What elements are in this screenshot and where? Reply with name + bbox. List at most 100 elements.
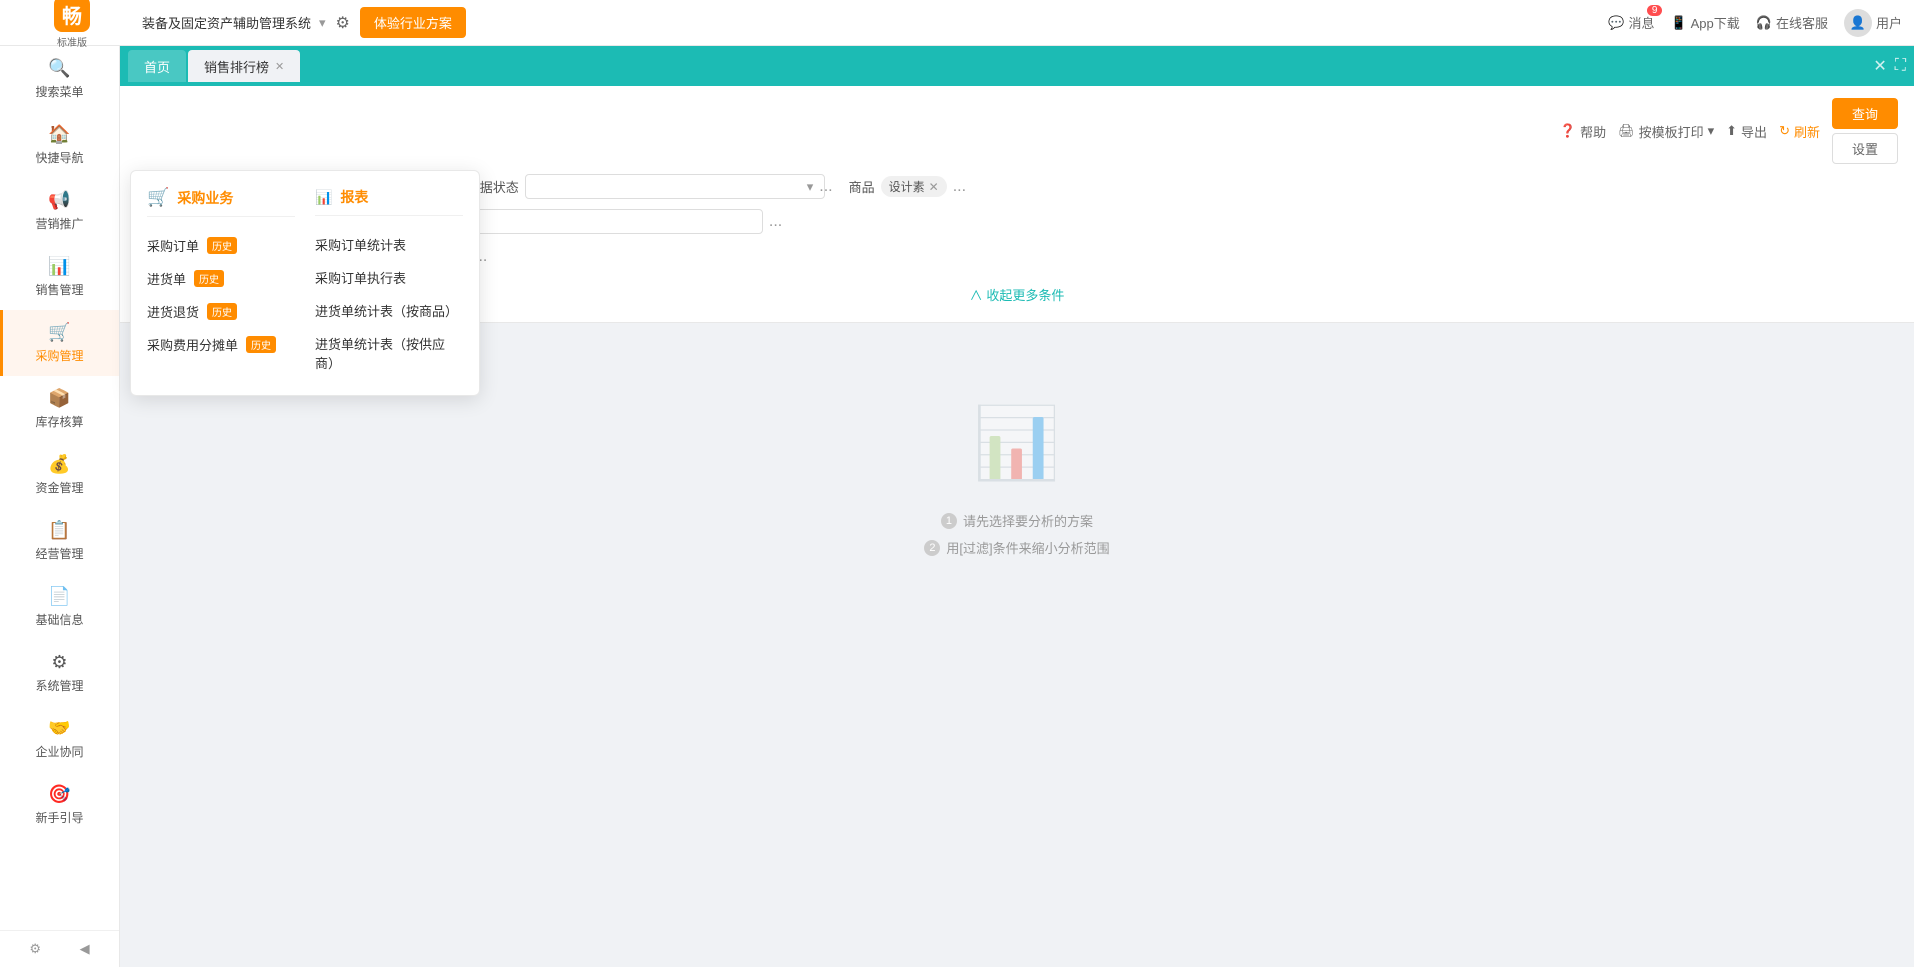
salesperson-more[interactable]: ... <box>769 213 782 231</box>
sidebar-collapse-icon[interactable]: ◀ <box>80 941 90 957</box>
tab-bar-right: ✕ ⛶ <box>1873 56 1906 76</box>
tab-close-all[interactable]: ✕ <box>1873 56 1886 76</box>
menu-item-purchase-order[interactable]: 采购订单 历史 <box>147 229 295 262</box>
menu-item-goods-return[interactable]: 进货退货 历史 <box>147 295 295 328</box>
sidebar-label-finance: 资金管理 <box>35 479 83 496</box>
industry-btn[interactable]: 体验行业方案 <box>360 7 466 38</box>
goods-label: 商品 <box>849 177 875 196</box>
sidebar-item-enterprise[interactable]: 🤝 企业协同 <box>0 706 119 772</box>
menu-item-report-order-exec[interactable]: 采购订单执行表 <box>315 261 463 294</box>
basic-icon: 📄 <box>48 586 70 607</box>
menu-item-report-goods-by-supplier[interactable]: 进货单统计表（按供应商） <box>315 327 463 379</box>
top-header: 畅 标准版 装备及固定资产辅助管理系统 ▾ ⚙ 体验行业方案 💬 消息 9 📱 … <box>0 0 1914 46</box>
sidebar-item-operations[interactable]: 📋 经营管理 <box>0 508 119 574</box>
operations-icon: 📋 <box>48 520 70 541</box>
enterprise-icon: 🤝 <box>48 718 70 739</box>
purchase-menu-right: 📊 报表 采购订单统计表 采购订单执行表 进货单统计表（按商品） 进货单统计表（… <box>315 187 463 379</box>
purchase-menu-left: 🛒 采购业务 采购订单 历史 进货单 历史 进货退货 历史 采购费用分摊单 历史 <box>147 187 295 379</box>
sidebar-label-quick-nav: 快捷导航 <box>35 149 83 166</box>
hist-badge-2: 历史 <box>207 303 237 320</box>
system-title-area: 装备及固定资产辅助管理系统 ▾ ⚙ 体验行业方案 <box>132 7 1608 38</box>
print-btn[interactable]: 🖨 按模板打印 ▾ <box>1618 122 1714 141</box>
salesperson-input[interactable] <box>463 209 763 234</box>
sidebar-label-search: 搜索菜单 <box>35 83 83 100</box>
goods-tag: 设计素 ✕ <box>881 176 947 197</box>
menu-item-report-goods-by-product[interactable]: 进货单统计表（按商品） <box>315 294 463 327</box>
sidebar-label-purchase: 采购管理 <box>35 347 83 364</box>
sidebar-item-finance[interactable]: 💰 资金管理 <box>0 442 119 508</box>
empty-hint-1: 1 请先选择要分析的方案 <box>941 511 1093 530</box>
sidebar-label-enterprise: 企业协同 <box>35 743 83 760</box>
tab-home[interactable]: 首页 <box>128 50 186 82</box>
sidebar-label-guide: 新手引导 <box>35 809 83 826</box>
sidebar-label-inventory: 库存核算 <box>35 413 83 430</box>
refresh-icon: ↻ <box>1779 123 1790 139</box>
search-icon: 🔍 <box>48 58 70 79</box>
sidebar-item-basic[interactable]: 📄 基础信息 <box>0 574 119 640</box>
tab-sales-rank[interactable]: 销售排行榜 ✕ <box>188 50 300 82</box>
sidebar-item-marketing[interactable]: 📢 营销推广 <box>0 178 119 244</box>
hist-badge-3: 历史 <box>246 336 276 353</box>
refresh-btn[interactable]: ↻ 刷新 <box>1779 122 1820 141</box>
help-btn[interactable]: ❓ 帮助 <box>1560 122 1606 141</box>
guide-icon: 🎯 <box>48 784 70 805</box>
hint-num-2: 2 <box>924 540 940 556</box>
header-right: 💬 消息 9 📱 App下载 🎧 在线客服 👤 用户 <box>1608 9 1902 37</box>
sidebar-item-inventory[interactable]: 📦 库存核算 <box>0 376 119 442</box>
system-title-dropdown[interactable]: ▾ <box>319 15 326 31</box>
menu-item-report-order-stat[interactable]: 采购订单统计表 <box>315 228 463 261</box>
sidebar-item-quick-nav[interactable]: 🏠 快捷导航 <box>0 112 119 178</box>
settings-btn[interactable]: 设置 <box>1832 133 1898 164</box>
status-more[interactable]: ... <box>819 178 832 196</box>
tab-expand[interactable]: ⛶ <box>1895 57 1906 75</box>
status-input[interactable] <box>525 174 825 199</box>
sidebar-item-purchase[interactable]: 🛒 采购管理 <box>0 310 119 376</box>
purchase-menu-left-title: 🛒 采购业务 <box>147 187 295 217</box>
filter-toolbar: ❓ 帮助 🖨 按模板打印 ▾ ⬆ 导出 ↻ 刷新 <box>136 98 1898 164</box>
sidebar-bottom: ⚙ ◀ <box>0 930 119 967</box>
message-btn[interactable]: 💬 消息 9 <box>1608 13 1654 32</box>
status-dropdown[interactable]: ▾ <box>807 179 814 195</box>
sidebar-item-sales[interactable]: 📊 销售管理 <box>0 244 119 310</box>
export-icon: ⬆ <box>1726 123 1737 139</box>
goods-more[interactable]: ... <box>953 178 966 196</box>
purchase-icon: 🛒 <box>48 322 70 343</box>
goods-tag-close[interactable]: ✕ <box>929 180 939 194</box>
query-btn[interactable]: 查询 <box>1832 98 1898 129</box>
tab-sales-rank-close[interactable]: ✕ <box>275 60 284 73</box>
logo-icon: 畅 <box>54 0 90 32</box>
sidebar-item-guide[interactable]: 🎯 新手引导 <box>0 772 119 838</box>
sidebar-label-marketing: 营销推广 <box>35 215 83 232</box>
user-menu-btn[interactable]: 👤 用户 <box>1844 9 1902 37</box>
report-icon: 📊 <box>315 189 332 206</box>
headset-icon: 🎧 <box>1756 15 1772 31</box>
sidebar-item-search[interactable]: 🔍 搜索菜单 <box>0 46 119 112</box>
home-icon: 🏠 <box>48 124 70 145</box>
system-gear-icon[interactable]: ⚙ <box>336 13 350 33</box>
phone-icon: 📱 <box>1670 15 1686 31</box>
marketing-icon: 📢 <box>48 190 70 211</box>
status-filter: 单据状态 ▾ ... <box>467 174 833 199</box>
export-btn[interactable]: ⬆ 导出 <box>1726 122 1767 141</box>
active-indicator <box>0 310 3 376</box>
menu-item-goods-receipt[interactable]: 进货单 历史 <box>147 262 295 295</box>
online-service-btn[interactable]: 🎧 在线客服 <box>1756 13 1828 32</box>
system-title: 装备及固定资产辅助管理系统 <box>142 13 311 32</box>
menu-item-purchase-cost[interactable]: 采购费用分摊单 历史 <box>147 328 295 361</box>
sidebar-settings-icon[interactable]: ⚙ <box>29 941 41 957</box>
sidebar-label-sales: 销售管理 <box>35 281 83 298</box>
sales-icon: 📊 <box>48 256 70 277</box>
hist-badge-0: 历史 <box>207 237 237 254</box>
system-icon: ⚙ <box>51 652 67 673</box>
print-dropdown-icon[interactable]: ▾ <box>1708 123 1715 139</box>
hist-badge-1: 历史 <box>194 270 224 287</box>
sidebar-label-operations: 经营管理 <box>35 545 83 562</box>
sidebar-label-basic: 基础信息 <box>35 611 83 628</box>
tab-bar: 首页 销售排行榜 ✕ ✕ ⛶ <box>120 46 1914 86</box>
sidebar-item-system[interactable]: ⚙ 系统管理 <box>0 640 119 706</box>
logo-area: 畅 标准版 <box>12 0 132 49</box>
hint-num-1: 1 <box>941 513 957 529</box>
purchase-menu-right-title: 📊 报表 <box>315 187 463 216</box>
app-download-btn[interactable]: 📱 App下载 <box>1670 13 1739 32</box>
purchase-menu-icon: 🛒 <box>147 187 169 208</box>
